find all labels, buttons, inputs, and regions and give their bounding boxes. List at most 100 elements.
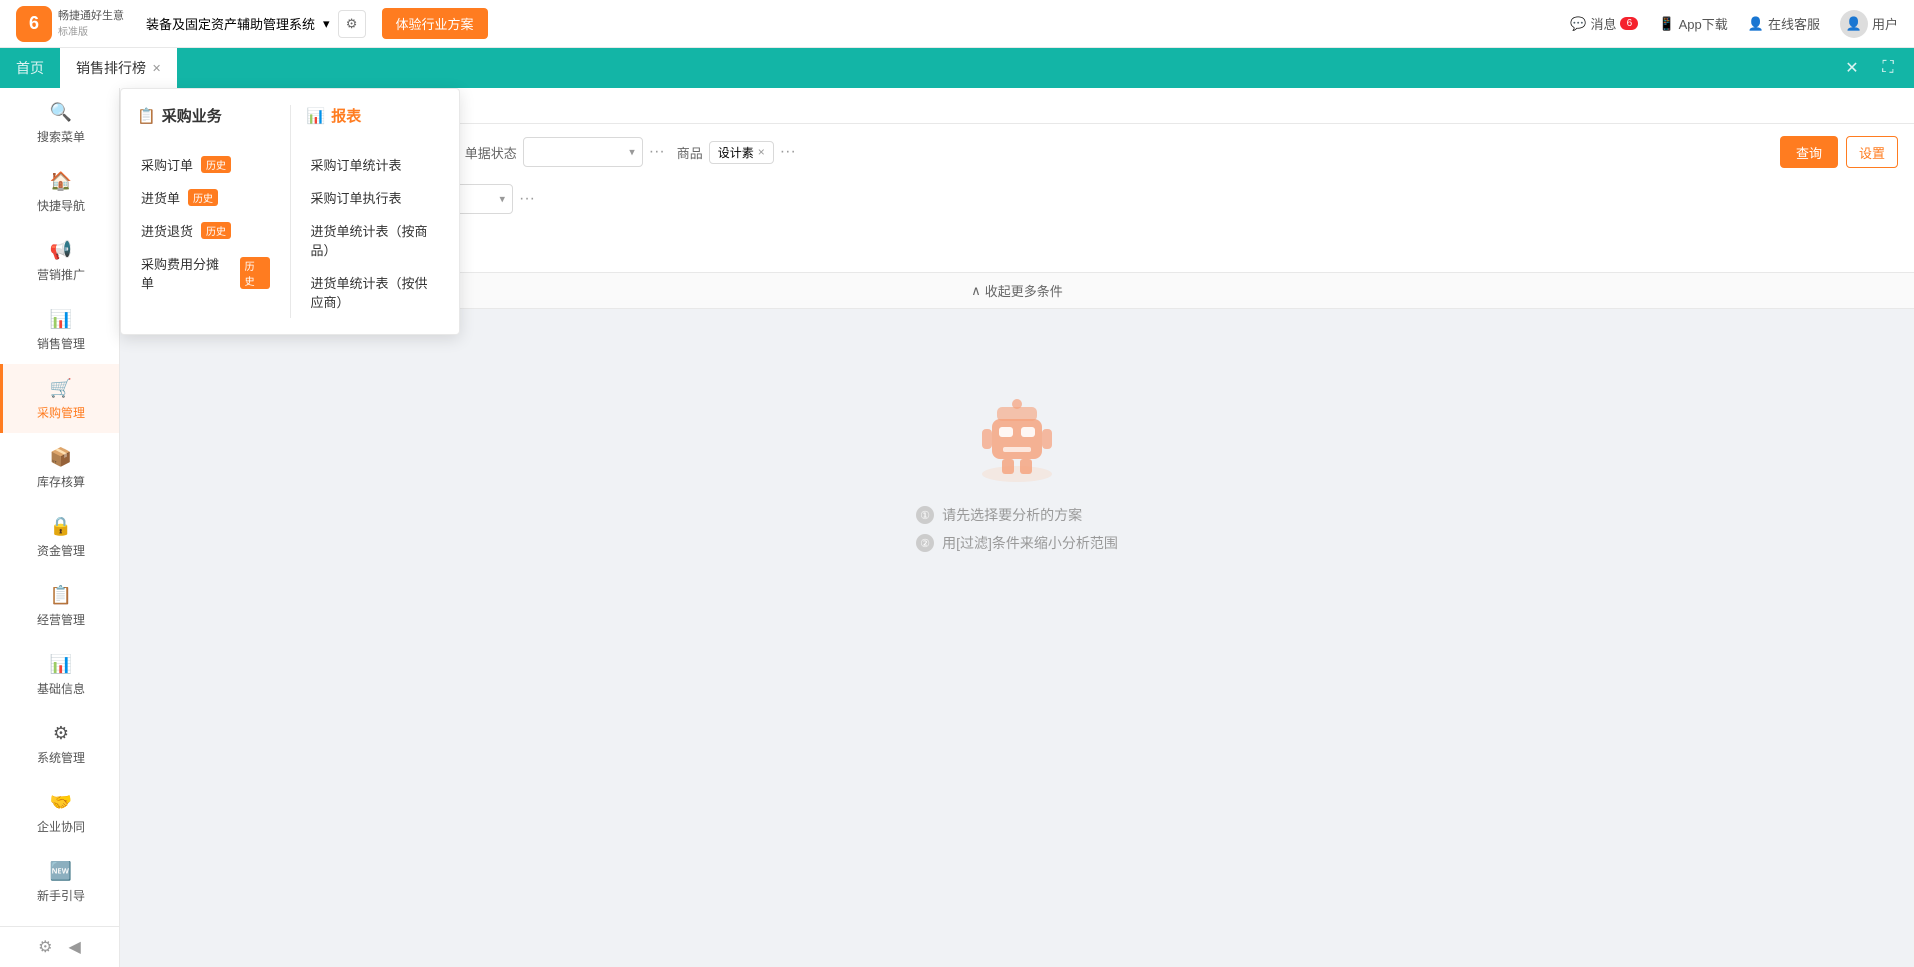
doc-status-dots[interactable]: ··· bbox=[649, 143, 665, 161]
dropdown-divider bbox=[290, 105, 291, 318]
empty-msg-2: ② 用[过滤]条件来缩小分析范围 bbox=[916, 533, 1118, 553]
sidebar-label-marketing: 营销推广 bbox=[37, 266, 85, 283]
doc-status-select-wrap bbox=[523, 137, 643, 167]
sidebar-item-purchase[interactable]: 🛒 采购管理 bbox=[0, 364, 119, 433]
dropdown-report-4[interactable]: 进货单统计表（按供应商） bbox=[307, 266, 444, 318]
brand-edition: 标准版 bbox=[58, 23, 124, 38]
dropdown-purchase-order[interactable]: 采购订单 历史 bbox=[137, 148, 274, 181]
sidebar-label-sales: 销售管理 bbox=[37, 335, 85, 352]
empty-dot-2: ② bbox=[916, 534, 934, 552]
sidebar-item-inventory[interactable]: 📦 库存核算 bbox=[0, 433, 119, 502]
sidebar-label-guide: 新手引导 bbox=[37, 887, 85, 904]
inventory-icon: 📦 bbox=[49, 445, 73, 469]
doc-status-filter: 单据状态 ··· bbox=[465, 137, 665, 167]
sidebar-label-nav: 快捷导航 bbox=[37, 197, 85, 214]
dropdown-stock-return[interactable]: 进货退货 历史 bbox=[137, 214, 274, 247]
action-btns: 查询 设置 bbox=[1780, 136, 1898, 168]
sales-icon: 📊 bbox=[49, 307, 73, 331]
tab-close-icon[interactable]: ✕ bbox=[152, 62, 161, 75]
sidebar-label-search: 搜索菜单 bbox=[37, 128, 85, 145]
system-icon: ⚙ bbox=[49, 721, 73, 745]
tab-home-label: 首页 bbox=[16, 58, 44, 78]
empty-illustration bbox=[957, 389, 1077, 489]
sidebar-item-corp[interactable]: 🤝 企业协同 bbox=[0, 778, 119, 847]
sidebar-item-nav[interactable]: 🏠 快捷导航 bbox=[0, 157, 119, 226]
dropdown-stock-in[interactable]: 进货单 历史 bbox=[137, 181, 274, 214]
nav-icon: 🏠 bbox=[49, 169, 73, 193]
messages-badge: 6 bbox=[1620, 17, 1638, 30]
sidebar-item-guide[interactable]: 🆕 新手引导 bbox=[0, 847, 119, 916]
report-4-label: 进货单统计表（按供应商） bbox=[311, 273, 440, 311]
avatar: 👤 bbox=[1840, 10, 1868, 38]
stock-return-hist: 历史 bbox=[201, 222, 231, 239]
tab-home[interactable]: 首页 bbox=[0, 48, 60, 88]
sidebar-collapse-icon[interactable]: ◀ bbox=[69, 937, 81, 957]
sidebar-item-sales[interactable]: 📊 销售管理 bbox=[0, 295, 119, 364]
tab-bar-right: ✕ ⛶ bbox=[1838, 54, 1914, 82]
top-header: 6 畅捷通好生意 标准版 装备及固定资产辅助管理系统 ▾ ⚙ 体验行业方案 💬 … bbox=[0, 0, 1914, 48]
search-icon: 🔍 bbox=[49, 100, 73, 124]
sidebar-label-purchase: 采购管理 bbox=[37, 404, 85, 421]
settings-btn[interactable]: ⚙ bbox=[338, 10, 366, 38]
doc-status-label: 单据状态 bbox=[465, 143, 517, 162]
query-btn[interactable]: 查询 bbox=[1780, 136, 1838, 168]
messages-action[interactable]: 💬 消息 6 bbox=[1570, 14, 1638, 33]
dropdown-report-1[interactable]: 采购订单统计表 bbox=[307, 148, 444, 181]
dropdown-purchase-expense[interactable]: 采购费用分摊单 历史 bbox=[137, 247, 274, 299]
app-download-label: App下载 bbox=[1679, 14, 1728, 33]
goods-chip: 设计素 × bbox=[709, 141, 774, 164]
industry-button[interactable]: 体验行业方案 bbox=[382, 8, 488, 39]
ops-icon: 📋 bbox=[49, 583, 73, 607]
messages-label: 消息 bbox=[1590, 14, 1616, 33]
sidebar-settings-icon[interactable]: ⚙ bbox=[38, 937, 52, 957]
goods-chip-close[interactable]: × bbox=[758, 145, 765, 159]
user-label: 用户 bbox=[1872, 14, 1898, 33]
online-service-label: 在线客服 bbox=[1768, 14, 1820, 33]
tab-close-all-icon[interactable]: ✕ bbox=[1838, 54, 1866, 82]
dropdown-report-2[interactable]: 采购订单执行表 bbox=[307, 181, 444, 214]
goods-label: 商品 bbox=[677, 143, 703, 162]
sidebar-item-marketing[interactable]: 📢 营销推广 bbox=[0, 226, 119, 295]
sidebar-item-system[interactable]: ⚙ 系统管理 bbox=[0, 709, 119, 778]
system-title-text: 装备及固定资产辅助管理系统 bbox=[146, 14, 315, 33]
dropdown-reports-title: 📊 报表 bbox=[307, 105, 444, 134]
purchase-order-hist: 历史 bbox=[201, 156, 231, 173]
purchase-dropdown: 📋 采购业务 采购订单 历史 进货单 历史 进货退货 历史 采购费用分摊单 历史… bbox=[120, 88, 460, 335]
report-2-label: 采购订单执行表 bbox=[311, 188, 402, 207]
sidebar-item-search[interactable]: 🔍 搜索菜单 bbox=[0, 88, 119, 157]
sidebar-item-ops[interactable]: 📋 经营管理 bbox=[0, 571, 119, 640]
goods-filter: 商品 设计素 × ··· bbox=[677, 141, 796, 164]
dropdown-reports-col: 📊 报表 采购订单统计表 采购订单执行表 进货单统计表（按商品） 进货单统计表（… bbox=[307, 105, 444, 318]
dropdown-report-3[interactable]: 进货单统计表（按商品） bbox=[307, 214, 444, 266]
logo-icon: 6 bbox=[16, 6, 52, 42]
message-icon: 💬 bbox=[1570, 16, 1586, 32]
sidebar: 🔍 搜索菜单 🏠 快捷导航 📢 营销推广 📊 销售管理 🛒 采购管理 📦 库存核… bbox=[0, 88, 120, 967]
sidebar-item-finance[interactable]: 🔒 资金管理 bbox=[0, 502, 119, 571]
sidebar-label-inventory: 库存核算 bbox=[37, 473, 85, 490]
doc-status-select[interactable] bbox=[523, 137, 643, 167]
settings-filter-btn[interactable]: 设置 bbox=[1846, 136, 1898, 168]
brand-name: 畅捷通好生意 bbox=[58, 9, 124, 23]
system-title-area: 装备及固定资产辅助管理系统 ▾ ⚙ 体验行业方案 bbox=[146, 8, 1570, 39]
online-service-action[interactable]: 👤 在线客服 bbox=[1748, 14, 1820, 33]
tab-sales-rank[interactable]: 销售排行榜 ✕ bbox=[60, 48, 177, 88]
guide-icon: 🆕 bbox=[49, 859, 73, 883]
sidebar-bottom: ⚙ ◀ bbox=[0, 926, 119, 967]
service-icon: 👤 bbox=[1748, 16, 1764, 32]
purchase-order-label: 采购订单 bbox=[141, 155, 193, 174]
stock-return-label: 进货退货 bbox=[141, 221, 193, 240]
base-icon: 📊 bbox=[49, 652, 73, 676]
user-action[interactable]: 👤 用户 bbox=[1840, 10, 1898, 38]
sidebar-label-finance: 资金管理 bbox=[37, 542, 85, 559]
salesperson-dots[interactable]: ··· bbox=[519, 190, 535, 208]
system-title-arrow[interactable]: ▾ bbox=[323, 16, 330, 32]
app-download-action[interactable]: 📱 App下载 bbox=[1658, 14, 1727, 33]
sidebar-item-base[interactable]: 📊 基础信息 bbox=[0, 640, 119, 709]
goods-dots[interactable]: ··· bbox=[780, 143, 796, 161]
tab-expand-icon[interactable]: ⛶ bbox=[1874, 54, 1902, 82]
finance-icon: 🔒 bbox=[49, 514, 73, 538]
dropdown-purchase-title: 📋 采购业务 bbox=[137, 105, 274, 134]
sidebar-label-base: 基础信息 bbox=[37, 680, 85, 697]
corp-icon: 🤝 bbox=[49, 790, 73, 814]
sidebar-label-system: 系统管理 bbox=[37, 749, 85, 766]
